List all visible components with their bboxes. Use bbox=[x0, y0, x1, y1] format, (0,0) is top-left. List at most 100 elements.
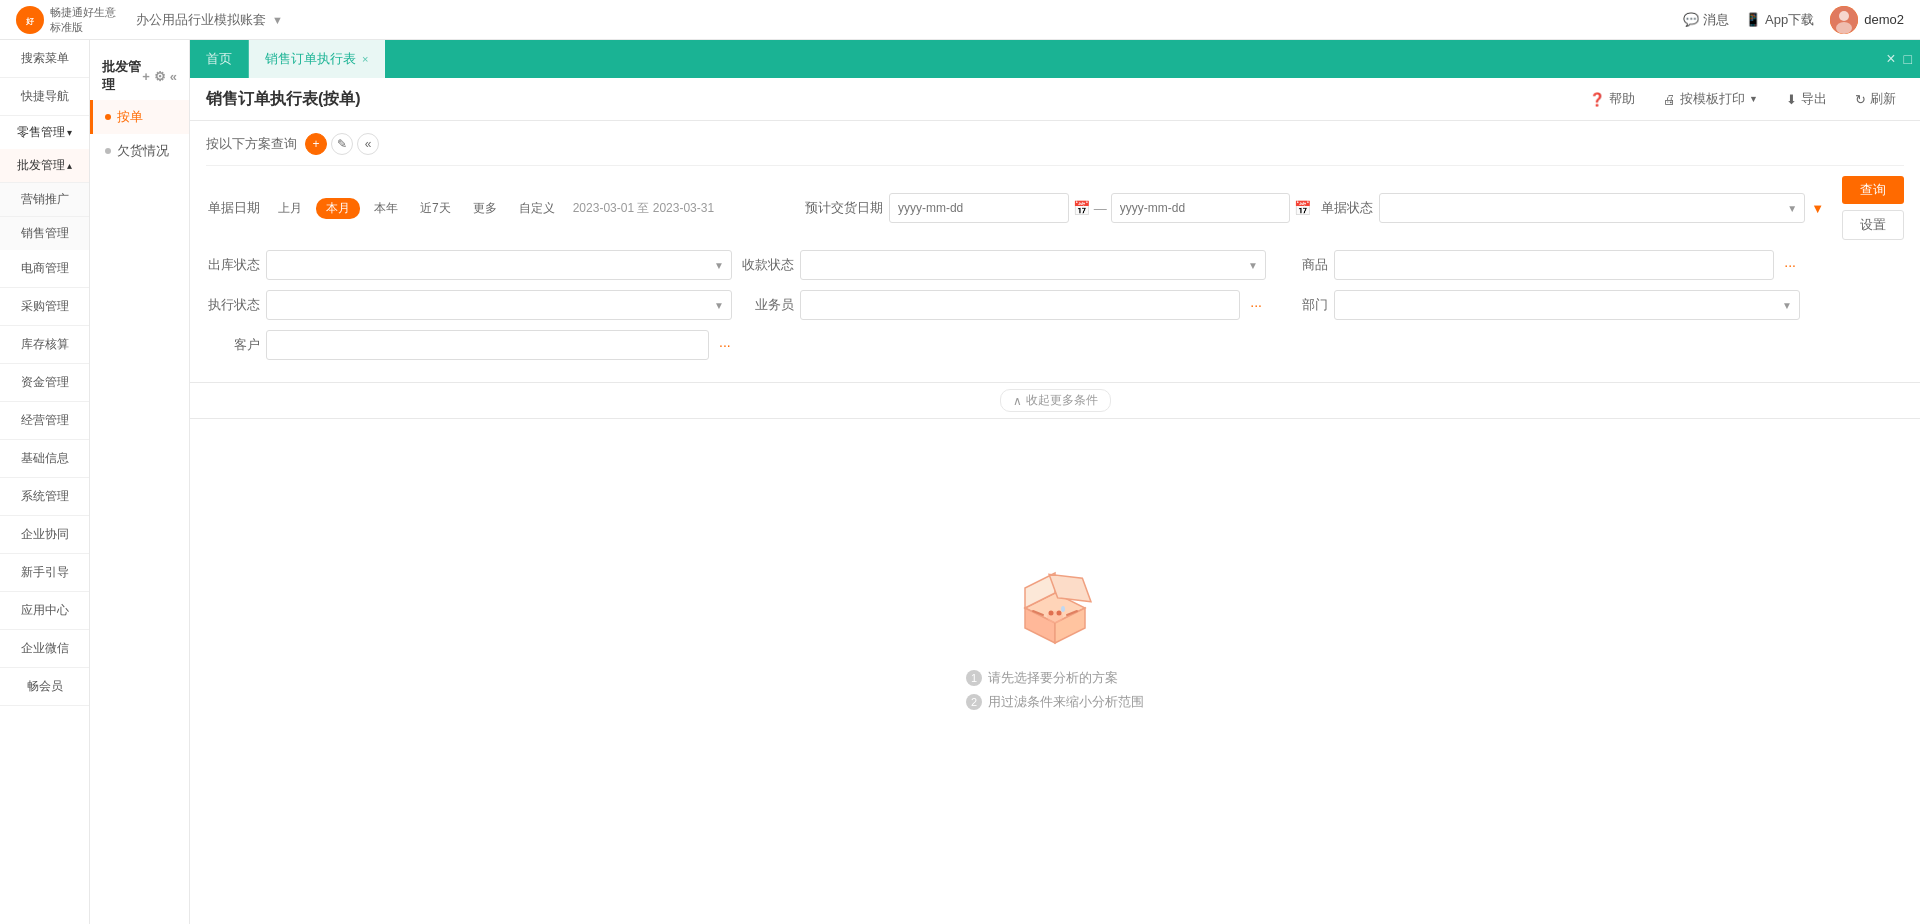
exec-status-select[interactable] bbox=[266, 290, 732, 320]
refresh-icon: ↻ bbox=[1855, 92, 1866, 107]
user-area[interactable]: demo2 bbox=[1830, 6, 1904, 34]
filter-cell-salesperson: 业务员 ··· bbox=[740, 290, 1266, 320]
add-scheme-btn[interactable]: + bbox=[305, 133, 327, 155]
avatar bbox=[1830, 6, 1858, 34]
predict-date-from[interactable] bbox=[889, 193, 1069, 223]
query-button[interactable]: 查询 bbox=[1842, 176, 1904, 204]
logo-icon: 好 bbox=[16, 6, 44, 34]
tab-bar: 首页 销售订单执行表 × × □ bbox=[190, 40, 1920, 78]
empty-hint-2: 2 用过滤条件来缩小分析范围 bbox=[966, 693, 1144, 711]
sidebar-item-wechat[interactable]: 企业微信 bbox=[0, 630, 89, 668]
filter-cell-payment: 收款状态 bbox=[740, 250, 1266, 280]
date-tab-custom[interactable]: 自定义 bbox=[511, 198, 563, 219]
collapse-scheme-btn[interactable]: « bbox=[357, 133, 379, 155]
salesperson-more-icon[interactable]: ··· bbox=[1246, 297, 1266, 313]
refresh-button[interactable]: ↻ 刷新 bbox=[1847, 86, 1904, 112]
settings-button[interactable]: 设置 bbox=[1842, 210, 1904, 240]
active-dot bbox=[105, 114, 111, 120]
delivery-status-select[interactable] bbox=[266, 250, 732, 280]
svg-text:好: 好 bbox=[25, 17, 35, 26]
sidebar-item-app-center[interactable]: 应用中心 bbox=[0, 592, 89, 630]
svg-point-4 bbox=[1836, 22, 1852, 34]
calendar-icon: 📅 bbox=[1073, 200, 1090, 216]
tab-bar-right: × □ bbox=[1886, 50, 1920, 68]
edit-scheme-button[interactable]: ⚙ bbox=[154, 69, 166, 84]
collapse-bar: ∧ 收起更多条件 bbox=[190, 383, 1920, 419]
left-panel-item-press-order[interactable]: 按单 bbox=[90, 100, 189, 134]
user-name: demo2 bbox=[1864, 12, 1904, 27]
app-download-button[interactable]: 📱 App下载 bbox=[1745, 11, 1814, 29]
sidebar-item-newbie[interactable]: 新手引导 bbox=[0, 554, 89, 592]
predict-date-to[interactable] bbox=[1111, 193, 1291, 223]
sidebar-item-enterprise[interactable]: 企业协同 bbox=[0, 516, 89, 554]
tab-home[interactable]: 首页 bbox=[190, 40, 249, 78]
breadcrumb[interactable]: 办公用品行业模拟账套 ▼ bbox=[136, 11, 283, 29]
sidebar-item-operation[interactable]: 经营管理 bbox=[0, 402, 89, 440]
goods-input[interactable] bbox=[1334, 250, 1774, 280]
empty-illustration bbox=[1005, 553, 1105, 653]
download-icon: 📱 bbox=[1745, 12, 1761, 27]
date-tabs: 上月 本月 本年 近7天 更多 自定义 bbox=[270, 198, 563, 219]
sidebar-item-quick-nav[interactable]: 快捷导航 bbox=[0, 78, 89, 116]
date-tab-current-month[interactable]: 本月 bbox=[316, 198, 360, 219]
calendar-icon-2: 📅 bbox=[1294, 200, 1311, 216]
sidebar-item-finance[interactable]: 资金管理 bbox=[0, 364, 89, 402]
collapse-more-button[interactable]: ∧ 收起更多条件 bbox=[1000, 389, 1111, 412]
status-dropdown-wrapper bbox=[1379, 193, 1805, 223]
close-tab-icon[interactable]: × bbox=[362, 53, 368, 65]
message-button[interactable]: 💬 消息 bbox=[1683, 11, 1729, 29]
hint-number-2: 2 bbox=[966, 694, 982, 710]
scheme-actions: + ✎ « bbox=[305, 133, 379, 155]
add-scheme-button[interactable]: + bbox=[142, 69, 150, 84]
goods-more-icon[interactable]: ··· bbox=[1780, 257, 1800, 273]
export-button[interactable]: ⬇ 导出 bbox=[1778, 86, 1835, 112]
sidebar-item-system[interactable]: 系统管理 bbox=[0, 478, 89, 516]
collapse-panel-button[interactable]: « bbox=[170, 69, 177, 84]
sidebar-item-marketing[interactable]: 营销推广 bbox=[0, 182, 89, 216]
date-tab-more[interactable]: 更多 bbox=[465, 198, 505, 219]
scheme-bar: 按以下方案查询 + ✎ « bbox=[206, 133, 1904, 166]
filter-cell-status: 单据状态 ▼ bbox=[1319, 193, 1826, 223]
sidebar-item-member[interactable]: 畅会员 bbox=[0, 668, 89, 706]
sidebar-item-sales[interactable]: 销售管理 bbox=[0, 216, 89, 250]
payment-status-select[interactable] bbox=[800, 250, 1266, 280]
date-tab-last-month[interactable]: 上月 bbox=[270, 198, 310, 219]
sidebar: 搜索菜单 快捷导航 零售管理 ▾ 批发管理 ▴ 营销推广 销售管理 电商管理 bbox=[0, 40, 90, 924]
delivery-select-wrapper bbox=[266, 250, 732, 280]
page-title: 销售订单执行表(按单) bbox=[206, 89, 361, 110]
sidebar-item-inventory[interactable]: 库存核算 bbox=[0, 326, 89, 364]
maximize-window-icon[interactable]: □ bbox=[1904, 51, 1912, 67]
sidebar-item-search-menu[interactable]: 搜索菜单 bbox=[0, 40, 89, 78]
filter-cell-delivery: 出库状态 bbox=[206, 250, 732, 280]
sidebar-item-retail[interactable]: 零售管理 ▾ bbox=[0, 116, 89, 149]
customer-more-icon[interactable]: ··· bbox=[715, 337, 735, 353]
hint-number-1: 1 bbox=[966, 670, 982, 686]
message-icon: 💬 bbox=[1683, 12, 1699, 27]
date-tab-year[interactable]: 本年 bbox=[366, 198, 406, 219]
sidebar-item-wholesale[interactable]: 批发管理 ▴ bbox=[0, 149, 89, 182]
edit-scheme-btn[interactable]: ✎ bbox=[331, 133, 353, 155]
action-col: 查询 设置 bbox=[1834, 176, 1904, 240]
sidebar-item-ecommerce[interactable]: 电商管理 bbox=[0, 250, 89, 288]
help-button[interactable]: ❓ 帮助 bbox=[1581, 86, 1643, 112]
sidebar-item-purchase[interactable]: 采购管理 bbox=[0, 288, 89, 326]
sidebar-item-basic[interactable]: 基础信息 bbox=[0, 440, 89, 478]
filter-area: 按以下方案查询 + ✎ « 单据日期 上月 本月 本年 近7天 bbox=[190, 121, 1920, 383]
main-layout: 搜索菜单 快捷导航 零售管理 ▾ 批发管理 ▴ 营销推广 销售管理 电商管理 bbox=[0, 40, 1920, 924]
header-left: 好 畅捷通好生意 标准版 办公用品行业模拟账套 ▼ bbox=[16, 5, 283, 34]
close-window-icon[interactable]: × bbox=[1886, 50, 1895, 68]
date-tab-7days[interactable]: 近7天 bbox=[412, 198, 459, 219]
left-panel-item-owe-goods[interactable]: 欠货情况 bbox=[90, 134, 189, 168]
customer-input[interactable] bbox=[266, 330, 709, 360]
salesperson-input[interactable] bbox=[800, 290, 1240, 320]
svg-point-12 bbox=[1057, 610, 1062, 615]
status-select[interactable] bbox=[1379, 193, 1805, 223]
print-button[interactable]: 🖨 按模板打印 bbox=[1655, 86, 1766, 112]
help-icon: ❓ bbox=[1589, 92, 1605, 107]
breadcrumb-text: 办公用品行业模拟账套 bbox=[136, 11, 266, 29]
tab-sales-order[interactable]: 销售订单执行表 × bbox=[249, 40, 385, 78]
filter-cell-exec-status: 执行状态 bbox=[206, 290, 732, 320]
dept-select[interactable] bbox=[1334, 290, 1800, 320]
left-panel-title: 批发管理 + ⚙ « bbox=[90, 48, 189, 100]
logo-area: 好 畅捷通好生意 标准版 bbox=[16, 5, 116, 34]
